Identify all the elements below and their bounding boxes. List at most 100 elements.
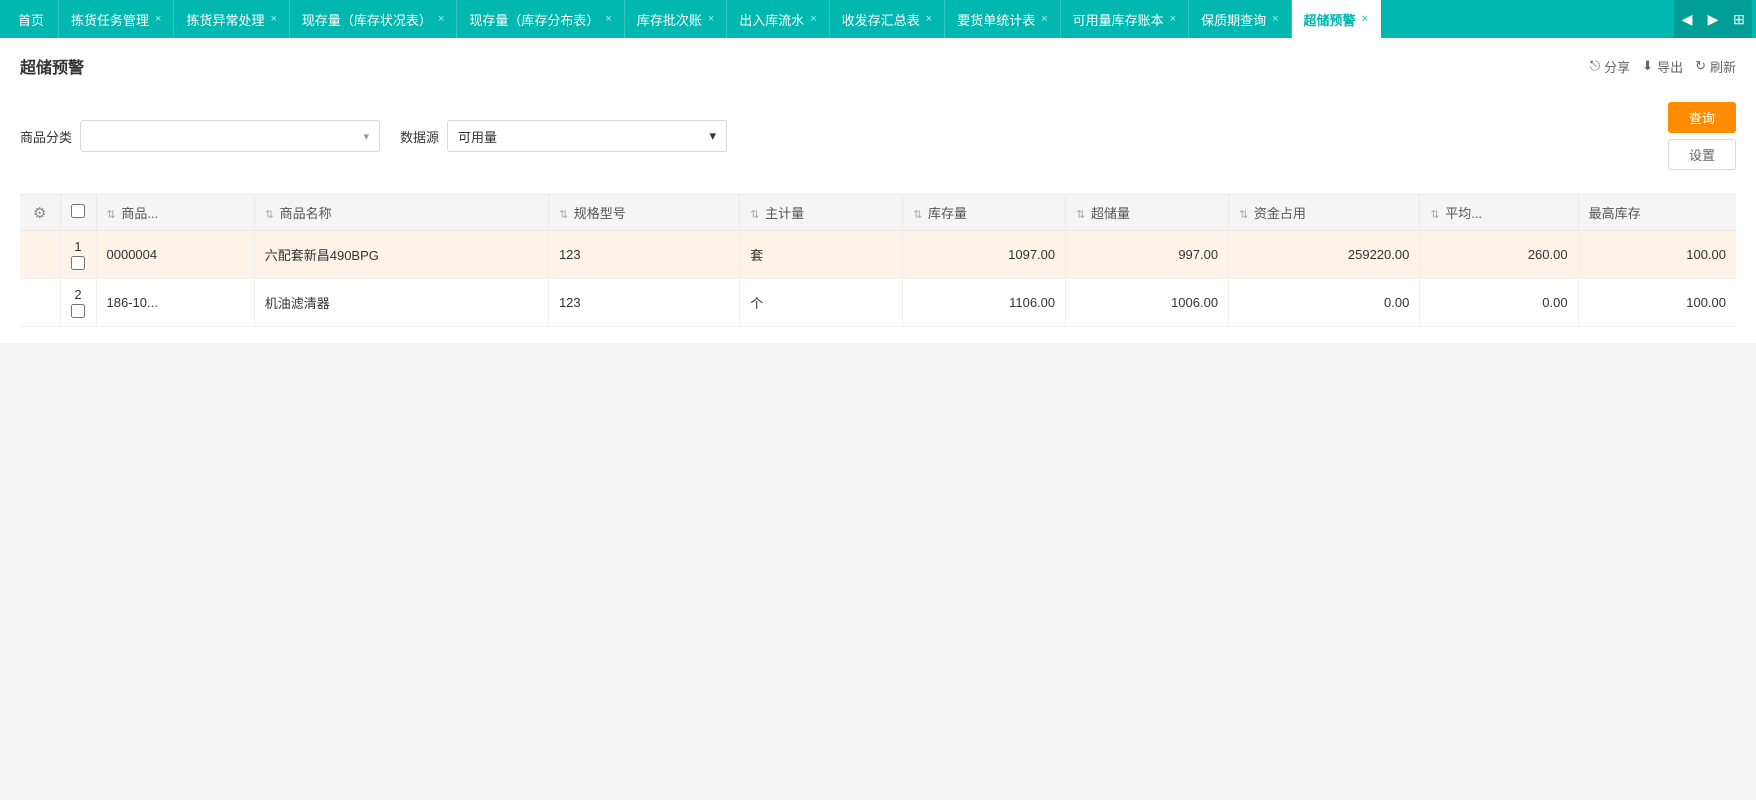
settings-button[interactable]: 设置 xyxy=(1668,139,1736,170)
refresh-button[interactable]: ↻ 刷新 xyxy=(1695,57,1736,76)
datasource-select[interactable]: 可用量 ▾ xyxy=(447,120,727,152)
cell-max-stock-1: 100.00 xyxy=(1578,279,1736,327)
col-header-over-stock[interactable]: ⇅ 超储量 xyxy=(1066,195,1229,231)
cell-product-code-1: 186-10... xyxy=(96,279,254,327)
nav-tab-5[interactable]: 出入库流水 × xyxy=(727,0,829,38)
cell-capital-0: 259220.00 xyxy=(1229,231,1420,279)
export-icon: ⬇ xyxy=(1642,58,1653,74)
sort-over-stock-icon: ⇅ xyxy=(1076,209,1085,221)
row-checkbox-1[interactable] xyxy=(71,304,85,318)
close-tab-5-icon[interactable]: × xyxy=(810,13,816,25)
page-title: 超储预警 xyxy=(20,54,84,78)
category-select[interactable]: ▾ xyxy=(80,120,380,152)
nav-tab-10[interactable]: 超储预警 × xyxy=(1292,0,1381,38)
table-row: 1 0000004 六配套新昌490BPG 123 套 1097.00 997.… xyxy=(20,231,1736,279)
datasource-label: 数据源 xyxy=(400,127,439,146)
cell-product-name-1: 机油滤清器 xyxy=(254,279,548,327)
cell-over-stock-1: 1006.00 xyxy=(1066,279,1229,327)
col-header-avg[interactable]: ⇅ 平均... xyxy=(1420,195,1578,231)
nav-prev-button[interactable]: ◀ xyxy=(1674,0,1700,38)
nav-tab-7[interactable]: 要货单统计表 × xyxy=(945,0,1060,38)
category-label: 商品分类 xyxy=(20,127,72,146)
col-header-product-code[interactable]: ⇅ 商品... xyxy=(96,195,254,231)
cell-product-name-0: 六配套新昌490BPG xyxy=(254,231,548,279)
close-tab-8-icon[interactable]: × xyxy=(1170,13,1176,25)
sort-stock-icon: ⇅ xyxy=(913,209,922,221)
nav-tab-3[interactable]: 现存量（库存分布表） × xyxy=(457,0,624,38)
col-header-capital-usage[interactable]: ⇅ 资金占用 xyxy=(1229,195,1420,231)
category-filter-group: 商品分类 ▾ xyxy=(20,120,380,152)
close-tab-2-icon[interactable]: × xyxy=(438,13,444,25)
col-header-max-stock[interactable]: 最高库存 xyxy=(1578,195,1736,231)
row-index-0: 1 xyxy=(60,231,96,279)
refresh-icon: ↻ xyxy=(1695,58,1706,74)
col-header-checkbox[interactable] xyxy=(60,195,96,231)
close-tab-7-icon[interactable]: × xyxy=(1041,13,1047,25)
close-tab-9-icon[interactable]: × xyxy=(1272,13,1278,25)
datasource-chevron-icon: ▾ xyxy=(710,128,717,144)
filter-actions: 查询 设置 xyxy=(1668,102,1736,170)
cell-avg-0: 260.00 xyxy=(1420,231,1578,279)
cell-product-code-0: 0000004 xyxy=(96,231,254,279)
filter-bar: 商品分类 ▾ 数据源 可用量 ▾ 查询 设置 xyxy=(20,94,1736,178)
table-row: 2 186-10... 机油滤清器 123 个 1106.00 1006.00 … xyxy=(20,279,1736,327)
col-header-settings[interactable]: ⚙ xyxy=(20,195,60,231)
col-header-stock[interactable]: ⇅ 库存量 xyxy=(903,195,1066,231)
cell-capital-1: 0.00 xyxy=(1229,279,1420,327)
close-tab-6-icon[interactable]: × xyxy=(926,13,932,25)
page-actions: ⎋ 分享 ⬇ 导出 ↻ 刷新 xyxy=(1590,57,1736,76)
data-table: ⚙ ⇅ 商品... ⇅ 商品名称 ⇅ 规格型号 ⇅ xyxy=(20,194,1736,327)
sort-spec-icon: ⇅ xyxy=(559,209,568,221)
cell-unit-0: 套 xyxy=(740,231,903,279)
nav-tab-6[interactable]: 收发存汇总表 × xyxy=(830,0,945,38)
sort-capital-icon: ⇅ xyxy=(1239,209,1248,221)
category-chevron-icon: ▾ xyxy=(363,130,369,143)
cell-over-stock-0: 997.00 xyxy=(1066,231,1229,279)
sort-product-code-icon: ⇅ xyxy=(107,209,116,221)
share-button[interactable]: ⎋ 分享 xyxy=(1590,57,1630,76)
settings-gear-icon[interactable]: ⚙ xyxy=(33,205,46,222)
nav-next-button[interactable]: ▶ xyxy=(1700,0,1726,38)
nav-home[interactable]: 首页 xyxy=(4,0,59,38)
cell-stock-0: 1097.00 xyxy=(903,231,1066,279)
close-tab-0-icon[interactable]: × xyxy=(155,13,161,25)
top-navigation: 首页 拣货任务管理 × 拣货异常处理 × 现存量（库存状况表） × 现存量（库存… xyxy=(0,0,1756,38)
page-header: 超储预警 ⎋ 分享 ⬇ 导出 ↻ 刷新 xyxy=(20,54,1736,78)
col-header-product-name[interactable]: ⇅ 商品名称 xyxy=(254,195,548,231)
nav-tab-1[interactable]: 拣货异常处理 × xyxy=(174,0,289,38)
datasource-filter-group: 数据源 可用量 ▾ xyxy=(400,120,727,152)
page-container: 超储预警 ⎋ 分享 ⬇ 导出 ↻ 刷新 商品分类 ▾ 数据源 xyxy=(0,38,1756,343)
nav-tab-2[interactable]: 现存量（库存状况表） × xyxy=(290,0,457,38)
cell-avg-1: 0.00 xyxy=(1420,279,1578,327)
row-index-1: 2 xyxy=(60,279,96,327)
nav-expand-button[interactable]: ⊞ xyxy=(1726,0,1752,38)
table-header: ⚙ ⇅ 商品... ⇅ 商品名称 ⇅ 规格型号 ⇅ xyxy=(20,195,1736,231)
nav-tab-0[interactable]: 拣货任务管理 × xyxy=(59,0,174,38)
query-button[interactable]: 查询 xyxy=(1668,102,1736,133)
cell-spec-1: 123 xyxy=(548,279,739,327)
col-header-spec[interactable]: ⇅ 规格型号 xyxy=(548,195,739,231)
header-checkbox[interactable] xyxy=(71,204,85,218)
close-tab-3-icon[interactable]: × xyxy=(605,13,611,25)
nav-arrows-container: ◀ ▶ ⊞ xyxy=(1674,0,1752,38)
cell-spec-0: 123 xyxy=(548,231,739,279)
close-tab-4-icon[interactable]: × xyxy=(708,13,714,25)
row-settings-1 xyxy=(20,279,60,327)
close-tab-1-icon[interactable]: × xyxy=(270,13,276,25)
close-tab-10-icon[interactable]: × xyxy=(1362,13,1368,25)
datasource-select-value: 可用量 xyxy=(458,127,497,146)
col-header-unit[interactable]: ⇅ 主计量 xyxy=(740,195,903,231)
table-body: 1 0000004 六配套新昌490BPG 123 套 1097.00 997.… xyxy=(20,231,1736,327)
nav-tab-4[interactable]: 库存批次账 × xyxy=(625,0,727,38)
nav-tab-9[interactable]: 保质期查询 × xyxy=(1189,0,1291,38)
nav-tab-8[interactable]: 可用量库存账本 × xyxy=(1061,0,1189,38)
cell-unit-1: 个 xyxy=(740,279,903,327)
row-checkbox-0[interactable] xyxy=(71,256,85,270)
cell-stock-1: 1106.00 xyxy=(903,279,1066,327)
sort-avg-icon: ⇅ xyxy=(1430,209,1439,221)
sort-unit-icon: ⇅ xyxy=(750,209,759,221)
sort-product-name-icon: ⇅ xyxy=(265,209,274,221)
export-button[interactable]: ⬇ 导出 xyxy=(1642,57,1683,76)
share-icon: ⎋ xyxy=(1590,58,1600,74)
row-settings-0 xyxy=(20,231,60,279)
